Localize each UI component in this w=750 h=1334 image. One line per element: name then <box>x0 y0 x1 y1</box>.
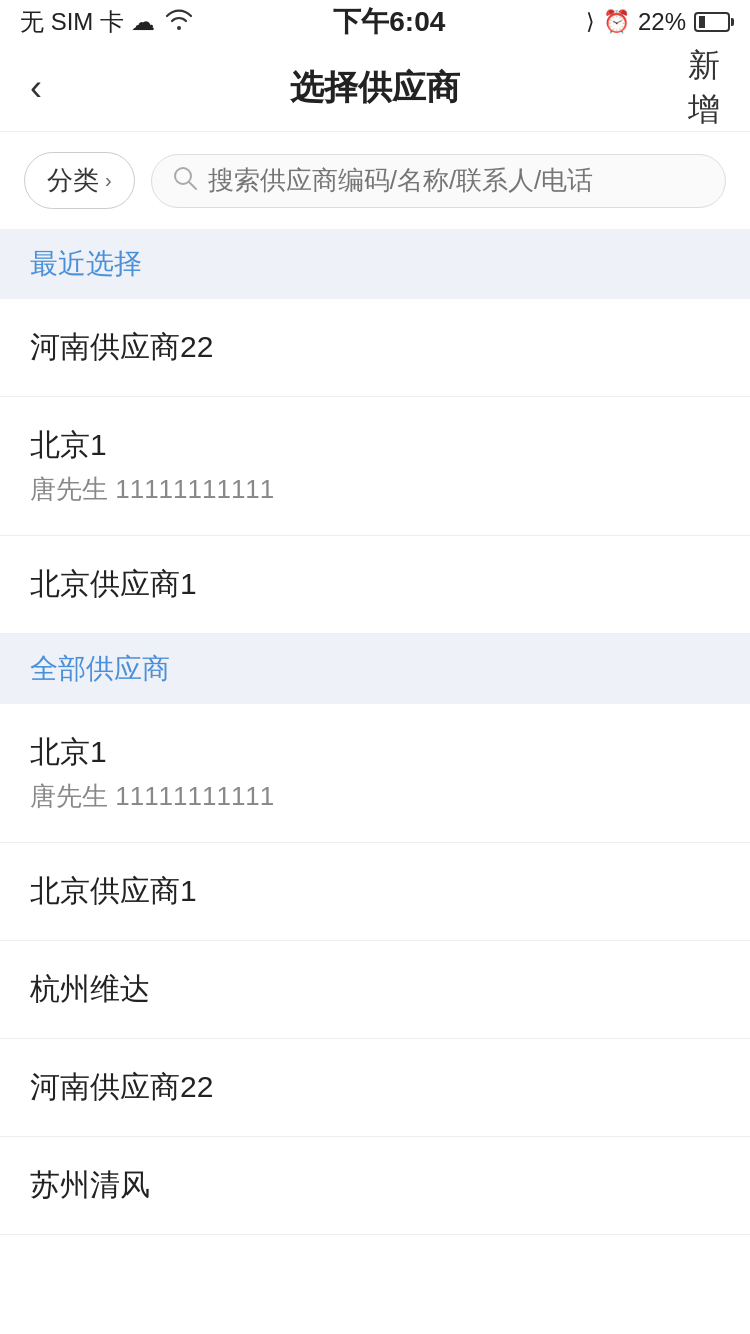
recent-section-header: 最近选择 <box>0 229 750 299</box>
filter-bar: 分类 › <box>0 132 750 229</box>
list-item[interactable]: 北京供应商1 <box>0 536 750 634</box>
list-item[interactable]: 北京供应商1 <box>0 843 750 941</box>
list-item[interactable]: 杭州维达 <box>0 941 750 1039</box>
back-button[interactable]: ‹ <box>30 67 90 109</box>
item-contact: 唐先生 11111111111 <box>30 779 720 814</box>
chevron-right-icon: › <box>105 169 112 192</box>
item-name: 河南供应商22 <box>30 1067 720 1108</box>
item-name: 河南供应商22 <box>30 327 720 368</box>
status-left: 无 SIM 卡 ☁ <box>20 6 193 38</box>
add-button[interactable]: 新增 <box>660 44 720 132</box>
list-item[interactable]: 河南供应商22 <box>0 1039 750 1137</box>
svg-line-1 <box>189 182 196 189</box>
alarm-icon: ⏰ <box>603 9 630 35</box>
search-bar <box>151 154 726 208</box>
list-item[interactable]: 河南供应商22 <box>0 299 750 397</box>
item-name: 北京供应商1 <box>30 564 720 605</box>
page-title: 选择供应商 <box>290 65 460 111</box>
category-filter[interactable]: 分类 › <box>24 152 135 209</box>
status-right: ⟩ ⏰ 22% <box>586 8 730 36</box>
nav-bar: ‹ 选择供应商 新增 <box>0 44 750 132</box>
no-sim-label: 无 SIM 卡 ☁ <box>20 6 155 38</box>
status-bar: 无 SIM 卡 ☁ 下午6:04 ⟩ ⏰ 22% <box>0 0 750 44</box>
item-name: 北京1 <box>30 425 720 466</box>
category-label: 分类 <box>47 163 99 198</box>
all-section-header: 全部供应商 <box>0 634 750 704</box>
list-item[interactable]: 苏州清风 <box>0 1137 750 1235</box>
battery-icon <box>694 12 730 32</box>
list-item[interactable]: 北京1 唐先生 11111111111 <box>0 704 750 843</box>
item-name: 苏州清风 <box>30 1165 720 1206</box>
battery-label: 22% <box>638 8 686 36</box>
all-list: 北京1 唐先生 11111111111 北京供应商1 杭州维达河南供应商22 苏州清风 <box>0 704 750 1235</box>
item-name: 北京供应商1 <box>30 871 720 912</box>
item-name: 北京1 <box>30 732 720 773</box>
wifi-icon <box>165 8 193 36</box>
list-item[interactable]: 北京1 唐先生 11111111111 <box>0 397 750 536</box>
item-name: 杭州维达 <box>30 969 720 1010</box>
recent-list: 河南供应商22 北京1 唐先生 11111111111 北京供应商1 <box>0 299 750 634</box>
status-time: 下午6:04 <box>333 3 445 41</box>
location-icon: ⟩ <box>586 9 595 35</box>
search-input[interactable] <box>208 165 705 196</box>
item-contact: 唐先生 11111111111 <box>30 472 720 507</box>
search-icon <box>172 165 198 197</box>
